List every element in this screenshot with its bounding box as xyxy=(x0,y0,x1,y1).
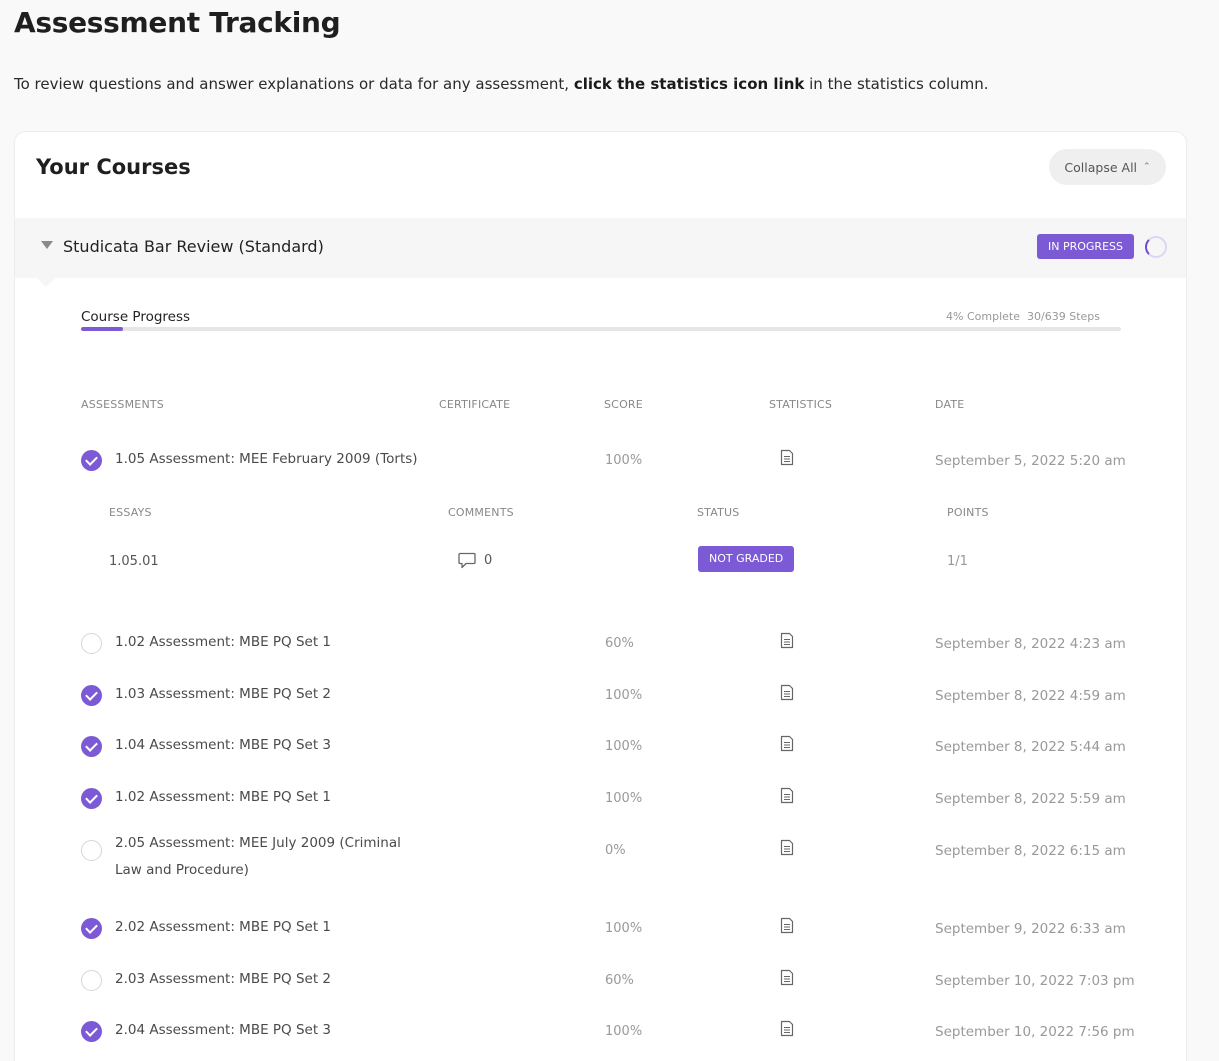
statistics-document-icon[interactable] xyxy=(780,1020,794,1037)
assessment-name: 2.02 Assessment: MBE PQ Set 1 xyxy=(115,919,332,935)
courses-title: Your Courses xyxy=(36,155,191,179)
comment-count: 0 xyxy=(484,553,493,568)
assessment-score: 100% xyxy=(605,739,643,754)
speech-bubble-icon[interactable] xyxy=(458,552,476,569)
progress-steps-text: 30/639 Steps xyxy=(1027,310,1100,323)
checkmark-icon xyxy=(81,788,102,809)
assessment-date: September 9, 2022 6:33 am xyxy=(935,921,1126,937)
assessment-name: 2.03 Assessment: MBE PQ Set 2 xyxy=(115,971,332,987)
assessment-date: September 8, 2022 6:15 am xyxy=(935,843,1126,859)
assessment-date: September 10, 2022 7:56 pm xyxy=(935,1024,1135,1040)
assessment-score: 100% xyxy=(605,791,643,806)
assessment-score: 100% xyxy=(605,688,643,703)
essay-header-status: STATUS xyxy=(697,506,740,519)
assessment-score: 60% xyxy=(605,973,634,988)
assessment-name: 2.04 Assessment: MBE PQ Set 3 xyxy=(115,1022,332,1038)
checkmark-icon xyxy=(81,685,102,706)
statistics-document-icon[interactable] xyxy=(780,735,794,752)
checkmark-icon xyxy=(81,1021,102,1042)
statistics-document-icon[interactable] xyxy=(780,917,794,934)
incomplete-circle-icon xyxy=(81,970,102,991)
intro-text-bold: click the statistics icon link xyxy=(573,75,805,93)
header-pointer xyxy=(37,278,55,287)
page-title: Assessment Tracking xyxy=(14,6,341,39)
incomplete-circle-icon xyxy=(81,633,102,654)
caret-down-icon[interactable] xyxy=(41,241,53,249)
incomplete-circle-icon xyxy=(81,840,102,861)
intro-text: To review questions and answer explanati… xyxy=(14,75,989,93)
assessment-date: September 8, 2022 5:44 am xyxy=(935,739,1126,755)
checkmark-icon xyxy=(81,736,102,757)
col-header-certificate: CERTIFICATE xyxy=(439,398,511,411)
course-header[interactable]: Studicata Bar Review (Standard) IN PROGR… xyxy=(15,218,1186,278)
assessment-date: September 8, 2022 4:23 am xyxy=(935,636,1126,652)
chevron-up-icon: ⌃ xyxy=(1143,162,1151,172)
assessment-name: 1.03 Assessment: MBE PQ Set 2 xyxy=(115,686,332,702)
assessment-score: 0% xyxy=(605,843,626,858)
essay-header-comments: COMMENTS xyxy=(448,506,514,519)
course-progress-meta: 4% Complete 30/639 Steps xyxy=(946,310,1100,323)
assessment-name: 1.02 Assessment: MBE PQ Set 1 xyxy=(115,634,332,650)
course-progress-fill xyxy=(81,327,123,331)
collapse-all-label: Collapse All xyxy=(1064,159,1138,175)
statistics-document-icon[interactable] xyxy=(780,632,794,649)
assessment-name: 1.05 Assessment: MEE February 2009 (Tort… xyxy=(115,451,418,467)
status-badge: IN PROGRESS xyxy=(1037,234,1134,259)
progress-percent-text: 4% Complete xyxy=(946,310,1021,323)
essay-status-badge: NOT GRADED xyxy=(698,546,795,572)
assessment-name: 2.05 Assessment: MEE July 2009 (Criminal… xyxy=(115,835,401,878)
col-header-score: SCORE xyxy=(604,398,643,411)
essay-points: 1/1 xyxy=(947,554,968,569)
intro-text-end: in the statistics column. xyxy=(804,75,989,93)
assessment-date: September 8, 2022 5:59 am xyxy=(935,791,1126,807)
statistics-document-icon[interactable] xyxy=(780,787,794,804)
col-header-date: DATE xyxy=(935,398,965,411)
assessment-name: 1.02 Assessment: MBE PQ Set 1 xyxy=(115,789,332,805)
course-name[interactable]: Studicata Bar Review (Standard) xyxy=(63,237,324,256)
assessment-date: September 8, 2022 4:59 am xyxy=(935,688,1126,704)
statistics-document-icon[interactable] xyxy=(780,839,794,856)
assessment-date: September 5, 2022 5:20 am xyxy=(935,453,1126,469)
assessment-date: September 10, 2022 7:03 pm xyxy=(935,973,1135,989)
assessment-score: 100% xyxy=(605,921,643,936)
essay-header-essays: ESSAYS xyxy=(109,506,152,519)
col-header-assessments: ASSESSMENTS xyxy=(81,398,164,411)
intro-text-start: To review questions and answer explanati… xyxy=(14,75,574,93)
assessment-score: 100% xyxy=(605,453,643,468)
statistics-document-icon[interactable] xyxy=(780,684,794,701)
course-progress-label: Course Progress xyxy=(81,309,191,325)
checkmark-icon xyxy=(81,918,102,939)
statistics-document-icon[interactable] xyxy=(780,969,794,986)
essay-comments[interactable]: 0 xyxy=(458,552,492,569)
statistics-document-icon[interactable] xyxy=(780,449,794,466)
col-header-statistics: STATISTICS xyxy=(769,398,833,411)
assessment-score: 60% xyxy=(605,636,634,651)
loading-spinner-icon xyxy=(1145,236,1167,258)
checkmark-icon xyxy=(81,450,102,471)
essay-id: 1.05.01 xyxy=(109,554,159,569)
essay-header-points: POINTS xyxy=(947,506,989,519)
courses-card: Your Courses Collapse All ⌃ Studicata Ba… xyxy=(14,131,1187,1061)
course-progress-bar xyxy=(81,327,1121,331)
assessment-score: 100% xyxy=(605,1024,643,1039)
assessment-name: 1.04 Assessment: MBE PQ Set 3 xyxy=(115,737,332,753)
collapse-all-button[interactable]: Collapse All ⌃ xyxy=(1049,149,1166,185)
